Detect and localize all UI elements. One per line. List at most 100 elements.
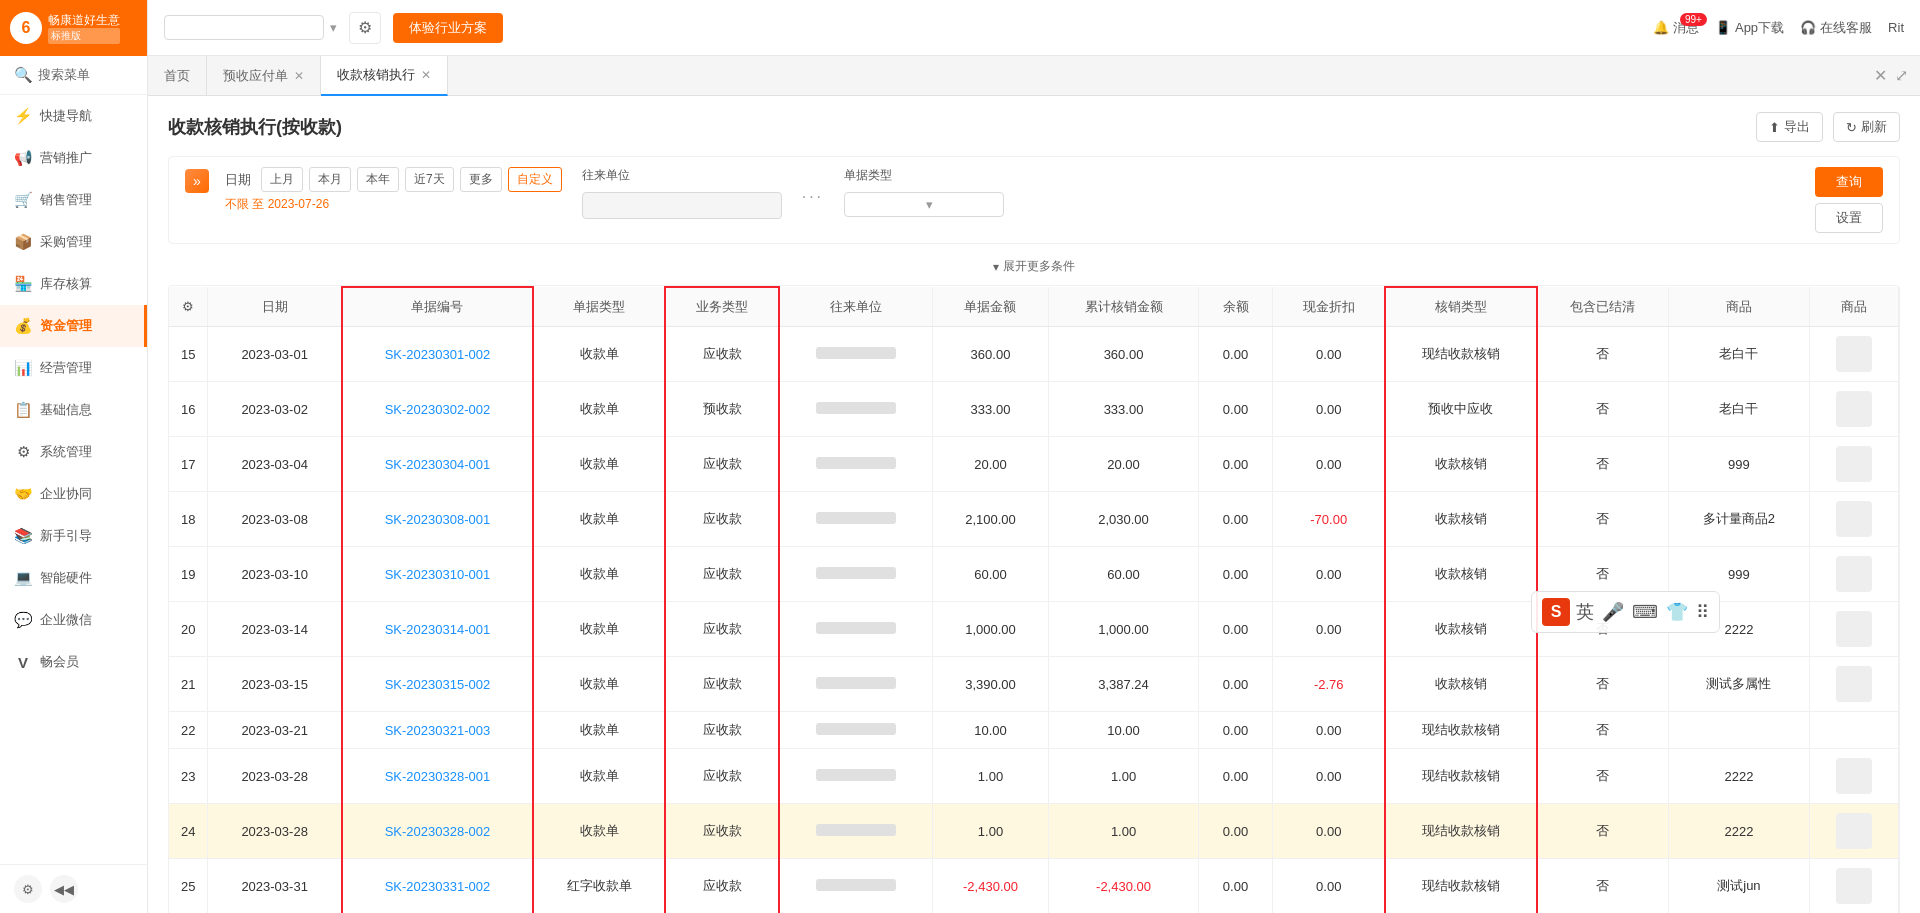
cell-amount: 60.00 [932,547,1048,602]
doctype-filter-group: 单据类型 ▾ [844,167,1004,217]
cell-amount: 1.00 [932,804,1048,859]
cell-num: 24 [169,804,208,859]
user-menu[interactable]: Rit [1888,20,1904,35]
query-button[interactable]: 查询 [1815,167,1883,197]
marketing-icon: 📢 [14,149,32,167]
doc-no-link[interactable]: SK-20230310-001 [385,567,491,582]
online-service-btn[interactable]: 🎧 在线客服 [1800,19,1872,37]
cell-writeoff-amount: 1.00 [1049,804,1199,859]
filter-toggle-btn[interactable]: » [185,169,209,193]
expand-more-row: ▾ 展开更多条件 [168,258,1900,275]
doc-no-link[interactable]: SK-20230308-001 [385,512,491,527]
tab-prepay-close[interactable]: ✕ [294,69,304,83]
th-amount: 单据金额 [932,287,1048,327]
export-button[interactable]: ⬆ 导出 [1756,112,1823,142]
sidebar-item-basic[interactable]: 📋 基础信息 [0,389,147,431]
cell-writeoff-type: 收款核销 [1385,492,1536,547]
doc-no-link[interactable]: SK-20230314-001 [385,622,491,637]
sidebar-item-inventory[interactable]: 🏪 库存核算 [0,263,147,305]
basic-icon: 📋 [14,401,32,419]
doc-no-link[interactable]: SK-20230331-002 [385,879,491,894]
date-btn-more[interactable]: 更多 [460,167,502,192]
cell-partner [779,327,932,382]
settings-bottom-btn[interactable]: ⚙ [14,875,42,903]
sidebar-item-quick[interactable]: ⚡ 快捷导航 [0,95,147,137]
cell-doc-type: 收款单 [533,492,665,547]
cell-doc-type: 收款单 [533,602,665,657]
tab-close-all-btn[interactable]: ✕ [1874,66,1887,85]
doc-no-link[interactable]: SK-20230328-001 [385,769,491,784]
cell-biz-type: 应收款 [665,657,778,712]
sidebar-item-operation[interactable]: 📊 经营管理 [0,347,147,389]
search-input[interactable] [164,15,324,40]
th-writeoff-type: 核销类型 [1385,287,1536,327]
th-balance: 余额 [1198,287,1272,327]
cell-doc-type: 收款单 [533,547,665,602]
cell-thumb [1810,712,1899,749]
filter-setting-button[interactable]: 设置 [1815,203,1883,233]
doc-no-link[interactable]: SK-20230301-002 [385,347,491,362]
sidebar-item-sales[interactable]: 🛒 销售管理 [0,179,147,221]
cell-num: 15 [169,327,208,382]
sidebar-item-guide[interactable]: 📚 新手引导 [0,515,147,557]
sidebar-item-purchase[interactable]: 📦 采购管理 [0,221,147,263]
th-doc-no: 单据编号 [342,287,533,327]
hardware-icon: 💻 [14,569,32,587]
tab-writeoff[interactable]: 收款核销执行 ✕ [321,56,448,96]
cell-biz-type: 应收款 [665,859,778,914]
partner-input[interactable] [582,192,782,219]
tab-prepay[interactable]: 预收应付单 ✕ [207,56,321,95]
topbar: ▾ ⚙ 体验行业方案 🔔 消息 99+ 📱 App下载 🎧 在线客服 Rit [148,0,1920,56]
doc-no-link[interactable]: SK-20230315-002 [385,677,491,692]
cell-goods: 测试多属性 [1668,657,1809,712]
solution-button[interactable]: 体验行业方案 [393,13,503,43]
doc-no-link[interactable]: SK-20230321-003 [385,723,491,738]
app-download-btn[interactable]: 📱 App下载 [1715,19,1784,37]
sidebar-item-system[interactable]: ⚙ 系统管理 [0,431,147,473]
date-btn-prev-month[interactable]: 上月 [261,167,303,192]
cell-doc-type: 收款单 [533,382,665,437]
cell-thumb [1810,547,1899,602]
sidebar-item-hardware[interactable]: 💻 智能硬件 [0,557,147,599]
tab-writeoff-close[interactable]: ✕ [421,68,431,82]
sidebar: 6 畅康道好生意 标推版 🔍 搜索菜单 ⚡ 快捷导航 📢 营销推广 🛒 销售管理… [0,0,148,913]
topbar-gear-btn[interactable]: ⚙ [349,12,381,44]
cell-biz-type: 应收款 [665,492,778,547]
cell-partner [779,712,932,749]
sidebar-item-marketing[interactable]: 📢 营销推广 [0,137,147,179]
headset-icon: 🎧 [1800,20,1816,35]
cell-partner [779,859,932,914]
sidebar-item-search[interactable]: 🔍 搜索菜单 [0,56,147,95]
sidebar-item-finance[interactable]: 💰 资金管理 [0,305,147,347]
sidebar-item-wechat[interactable]: 💬 企业微信 [0,599,147,641]
cell-doc-no: SK-20230304-001 [342,437,533,492]
collapse-btn[interactable]: ◀◀ [50,875,78,903]
date-btn-7days[interactable]: 近7天 [405,167,454,192]
sidebar-item-member[interactable]: V 畅会员 [0,641,147,683]
cell-doc-type: 收款单 [533,712,665,749]
doctype-select[interactable]: ▾ [844,192,1004,217]
notification-btn[interactable]: 🔔 消息 99+ [1653,19,1699,37]
logo-icon: 6 [10,12,42,44]
table-header-row: ⚙ 日期 单据编号 单据类型 业务类型 往来单位 单据金额 累计核销金额 余额 … [169,287,1899,327]
cell-partner [779,749,932,804]
cell-doc-no: SK-20230328-001 [342,749,533,804]
cell-goods: 2222 [1668,804,1809,859]
cell-biz-type: 应收款 [665,327,778,382]
tab-expand-btn[interactable]: ⤢ [1895,66,1908,85]
date-btn-custom[interactable]: 自定义 [508,167,562,192]
watermark-shirt-icon: 👕 [1666,601,1688,623]
expand-more-btn[interactable]: ▾ 展开更多条件 [993,258,1075,275]
sidebar-item-enterprise[interactable]: 🤝 企业协同 [0,473,147,515]
tab-home[interactable]: 首页 [148,56,207,95]
doc-no-link[interactable]: SK-20230304-001 [385,457,491,472]
doc-no-link[interactable]: SK-20230302-002 [385,402,491,417]
th-settings[interactable]: ⚙ [169,287,208,327]
doc-no-link[interactable]: SK-20230328-002 [385,824,491,839]
cell-balance: 0.00 [1198,437,1272,492]
date-btn-this-year[interactable]: 本年 [357,167,399,192]
cell-date: 2023-03-31 [208,859,342,914]
cell-doc-no: SK-20230310-001 [342,547,533,602]
refresh-button[interactable]: ↻ 刷新 [1833,112,1900,142]
date-btn-this-month[interactable]: 本月 [309,167,351,192]
